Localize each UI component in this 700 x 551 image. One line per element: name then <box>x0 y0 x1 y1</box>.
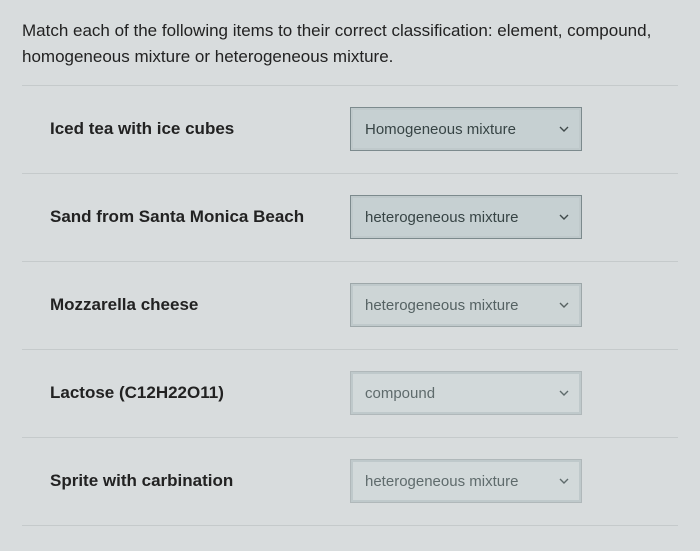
chevron-down-icon <box>559 388 569 398</box>
chevron-down-icon <box>559 476 569 486</box>
classification-select[interactable]: heterogeneous mixture <box>350 195 582 239</box>
match-row: Sprite with carbination heterogeneous mi… <box>22 438 678 526</box>
match-prompt: Sand from Santa Monica Beach <box>50 206 350 229</box>
match-prompt: Lactose (C12H22O11) <box>50 382 350 405</box>
select-value: heterogeneous mixture <box>365 297 518 314</box>
match-row: Mozzarella cheese heterogeneous mixture <box>22 262 678 350</box>
match-row: Iced tea with ice cubes Homogeneous mixt… <box>22 86 678 174</box>
chevron-down-icon <box>559 124 569 134</box>
match-prompt: Sprite with carbination <box>50 470 350 493</box>
classification-select[interactable]: heterogeneous mixture <box>350 283 582 327</box>
chevron-down-icon <box>559 212 569 222</box>
match-row: Sand from Santa Monica Beach heterogeneo… <box>22 174 678 262</box>
question-instructions: Match each of the following items to the… <box>22 18 678 71</box>
classification-select[interactable]: heterogeneous mixture <box>350 459 582 503</box>
select-value: heterogeneous mixture <box>365 473 518 490</box>
select-value: Homogeneous mixture <box>365 121 516 138</box>
classification-select[interactable]: Homogeneous mixture <box>350 107 582 151</box>
classification-select[interactable]: compound <box>350 371 582 415</box>
chevron-down-icon <box>559 300 569 310</box>
select-value: heterogeneous mixture <box>365 209 518 226</box>
match-prompt: Mozzarella cheese <box>50 294 350 317</box>
match-row: Lactose (C12H22O11) compound <box>22 350 678 438</box>
match-prompt: Iced tea with ice cubes <box>50 118 350 141</box>
select-value: compound <box>365 385 435 402</box>
